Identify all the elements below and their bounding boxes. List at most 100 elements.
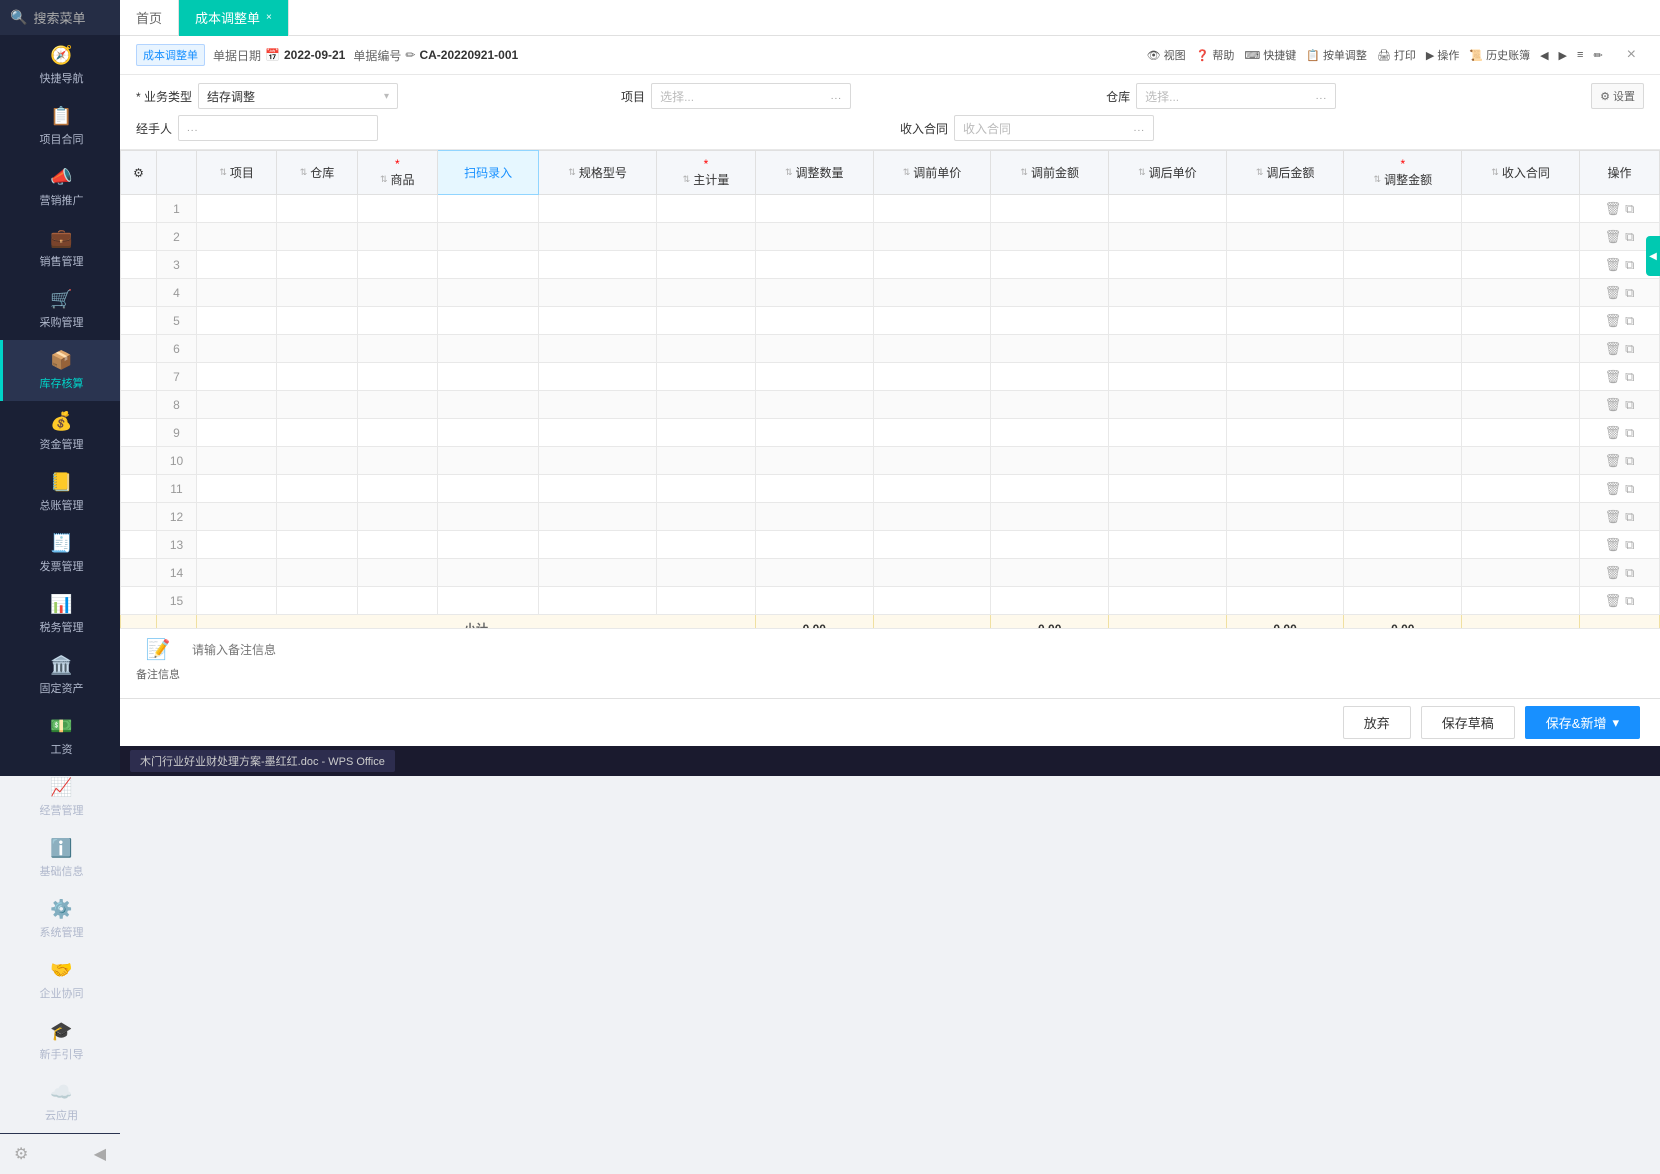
row-before-price-cell[interactable] — [873, 391, 991, 419]
row-before-amount-cell[interactable] — [991, 447, 1109, 475]
row-product-cell[interactable] — [357, 251, 437, 279]
row-adjust-qty-cell[interactable] — [755, 503, 873, 531]
row-spec-cell[interactable] — [539, 587, 657, 615]
project-select[interactable]: 选择... ... — [651, 83, 851, 109]
row-after-price-cell[interactable] — [1109, 531, 1227, 559]
settings-icon[interactable]: ⚙ — [14, 1144, 28, 1164]
row-scan-cell[interactable] — [437, 307, 538, 335]
row-project-cell[interactable] — [197, 587, 277, 615]
row-delete-icon[interactable]: 🗑 — [1605, 201, 1622, 217]
row-before-amount-cell[interactable] — [991, 307, 1109, 335]
action-operation[interactable]: ▶操作 — [1426, 47, 1459, 63]
row-before-amount-cell[interactable] — [991, 279, 1109, 307]
edit-view-icon[interactable]: ✏ — [1593, 49, 1602, 62]
sidebar-item-project-contract[interactable]: 📋项目合同 — [0, 96, 120, 157]
row-copy-icon[interactable]: ⧉ — [1625, 285, 1634, 301]
row-income-contract-cell[interactable] — [1462, 447, 1580, 475]
row-income-contract-cell[interactable] — [1462, 391, 1580, 419]
row-income-contract-cell[interactable] — [1462, 363, 1580, 391]
row-copy-icon[interactable]: ⧉ — [1625, 397, 1634, 413]
row-after-price-cell[interactable] — [1109, 447, 1227, 475]
row-product-cell[interactable] — [357, 447, 437, 475]
row-income-contract-cell[interactable] — [1462, 279, 1580, 307]
row-before-amount-cell[interactable] — [991, 195, 1109, 223]
nav-next[interactable]: ▶ — [1559, 49, 1567, 62]
row-copy-icon[interactable]: ⧉ — [1625, 425, 1634, 441]
row-income-contract-cell[interactable] — [1462, 587, 1580, 615]
row-project-cell[interactable] — [197, 279, 277, 307]
row-copy-icon[interactable]: ⧉ — [1625, 229, 1634, 245]
handler-input[interactable]: ... — [178, 115, 378, 141]
row-product-cell[interactable] — [357, 587, 437, 615]
row-adjust-qty-cell[interactable] — [755, 279, 873, 307]
row-product-cell[interactable] — [357, 475, 437, 503]
row-warehouse-cell[interactable] — [277, 363, 357, 391]
row-scan-cell[interactable] — [437, 559, 538, 587]
row-delete-icon[interactable]: 🗑 — [1605, 509, 1622, 525]
row-adjust-amount-cell[interactable] — [1344, 475, 1462, 503]
row-before-amount-cell[interactable] — [991, 587, 1109, 615]
row-after-amount-cell[interactable] — [1226, 251, 1344, 279]
row-spec-cell[interactable] — [539, 195, 657, 223]
row-product-cell[interactable] — [357, 223, 437, 251]
row-product-cell[interactable] — [357, 363, 437, 391]
row-project-cell[interactable] — [197, 419, 277, 447]
row-adjust-qty-cell[interactable] — [755, 251, 873, 279]
row-income-contract-cell[interactable] — [1462, 223, 1580, 251]
row-after-price-cell[interactable] — [1109, 223, 1227, 251]
row-before-amount-cell[interactable] — [991, 503, 1109, 531]
row-adjust-amount-cell[interactable] — [1344, 223, 1462, 251]
row-copy-icon[interactable]: ⧉ — [1625, 537, 1634, 553]
row-delete-icon[interactable]: 🗑 — [1605, 453, 1622, 469]
row-after-price-cell[interactable] — [1109, 503, 1227, 531]
row-spec-cell[interactable] — [539, 279, 657, 307]
row-copy-icon[interactable]: ⧉ — [1625, 341, 1634, 357]
row-after-price-cell[interactable] — [1109, 559, 1227, 587]
row-copy-icon[interactable]: ⧉ — [1625, 481, 1634, 497]
row-after-amount-cell[interactable] — [1226, 503, 1344, 531]
row-warehouse-cell[interactable] — [277, 251, 357, 279]
row-before-price-cell[interactable] — [873, 559, 991, 587]
row-warehouse-cell[interactable] — [277, 503, 357, 531]
row-unit-cell[interactable] — [656, 279, 755, 307]
row-unit-cell[interactable] — [656, 531, 755, 559]
row-before-price-cell[interactable] — [873, 447, 991, 475]
save-draft-button[interactable]: 保存草稿 — [1421, 706, 1515, 739]
row-spec-cell[interactable] — [539, 475, 657, 503]
row-spec-cell[interactable] — [539, 251, 657, 279]
row-adjust-qty-cell[interactable] — [755, 419, 873, 447]
row-adjust-amount-cell[interactable] — [1344, 195, 1462, 223]
sidebar-item-newbie[interactable]: 🎓新手引导 — [0, 1011, 120, 1072]
save-new-button[interactable]: 保存&新增 ▾ — [1525, 706, 1640, 739]
row-spec-cell[interactable] — [539, 307, 657, 335]
row-copy-icon[interactable]: ⧉ — [1625, 593, 1634, 609]
row-before-price-cell[interactable] — [873, 419, 991, 447]
sidebar-item-ledger[interactable]: 📒总账管理 — [0, 462, 120, 523]
business-type-select[interactable]: 结存调整 ▾ — [198, 83, 398, 109]
row-adjust-qty-cell[interactable] — [755, 363, 873, 391]
row-scan-cell[interactable] — [437, 419, 538, 447]
row-after-amount-cell[interactable] — [1226, 419, 1344, 447]
row-adjust-amount-cell[interactable] — [1344, 251, 1462, 279]
row-warehouse-cell[interactable] — [277, 279, 357, 307]
row-warehouse-cell[interactable] — [277, 531, 357, 559]
row-spec-cell[interactable] — [539, 447, 657, 475]
row-project-cell[interactable] — [197, 251, 277, 279]
action-help[interactable]: ❓帮助 — [1196, 47, 1235, 63]
row-income-contract-cell[interactable] — [1462, 475, 1580, 503]
row-before-price-cell[interactable] — [873, 475, 991, 503]
row-scan-cell[interactable] — [437, 279, 538, 307]
doc-close-button[interactable]: × — [1619, 46, 1644, 64]
row-before-price-cell[interactable] — [873, 279, 991, 307]
row-adjust-qty-cell[interactable] — [755, 531, 873, 559]
row-delete-icon[interactable]: 🗑 — [1605, 257, 1622, 273]
row-after-price-cell[interactable] — [1109, 363, 1227, 391]
row-project-cell[interactable] — [197, 391, 277, 419]
row-project-cell[interactable] — [197, 559, 277, 587]
row-delete-icon[interactable]: 🗑 — [1605, 313, 1622, 329]
row-unit-cell[interactable] — [656, 251, 755, 279]
row-before-amount-cell[interactable] — [991, 475, 1109, 503]
row-delete-icon[interactable]: 🗑 — [1605, 565, 1622, 581]
row-delete-icon[interactable]: 🗑 — [1605, 425, 1622, 441]
row-warehouse-cell[interactable] — [277, 587, 357, 615]
